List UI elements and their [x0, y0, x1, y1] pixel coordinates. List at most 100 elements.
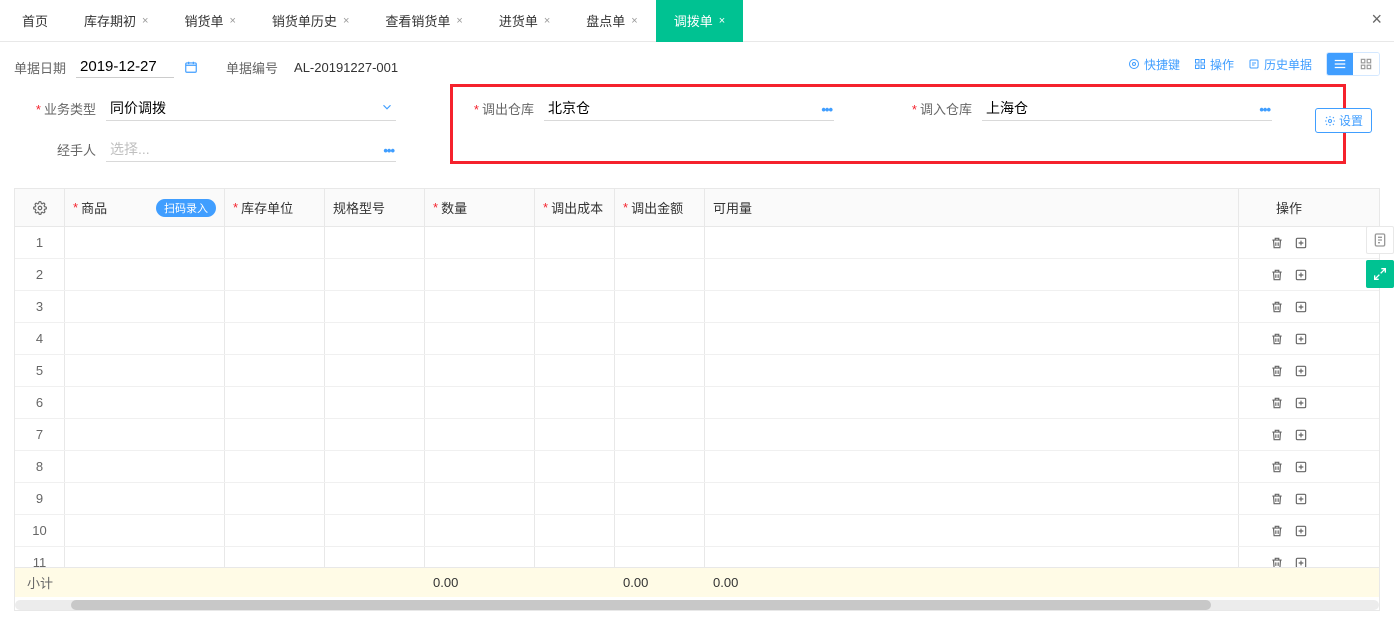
view-list-button[interactable]	[1327, 53, 1353, 75]
delete-row-icon[interactable]	[1270, 492, 1284, 506]
close-all-tabs-icon[interactable]: ×	[1371, 9, 1382, 30]
close-icon[interactable]: ×	[229, 15, 235, 27]
col-product: *商品扫码录入	[65, 189, 225, 226]
handler-label: 经手人	[14, 140, 106, 159]
more-icon[interactable]: •••	[383, 143, 394, 158]
tab-sales-order[interactable]: 销货单×	[166, 0, 253, 42]
col-avail: 可用量	[705, 189, 1239, 226]
close-icon[interactable]: ×	[142, 15, 148, 27]
table-body: 1234567891011	[15, 227, 1379, 567]
items-table: *商品扫码录入 *库存单位 规格型号 *数量 *调出成本 *调出金额 可用量 操…	[14, 188, 1380, 611]
date-input[interactable]	[76, 56, 174, 78]
header-row: 单据日期 单据编号 AL-20191227-001 快捷键 操作 历史单据	[0, 42, 1394, 84]
delete-row-icon[interactable]	[1270, 268, 1284, 282]
scan-badge[interactable]: 扫码录入	[156, 199, 216, 217]
close-icon[interactable]: ×	[631, 15, 637, 27]
floating-tools	[1366, 226, 1394, 294]
biz-type-select[interactable]	[106, 96, 396, 121]
table-row[interactable]: 2	[15, 259, 1379, 291]
col-out-cost: *调出成本	[535, 189, 615, 226]
date-label: 单据日期	[14, 58, 66, 77]
subtotal-amt: 0.00	[615, 568, 705, 597]
operations-link[interactable]: 操作	[1194, 56, 1234, 73]
delete-row-icon[interactable]	[1270, 236, 1284, 250]
add-row-icon[interactable]	[1294, 300, 1308, 314]
row-index: 3	[15, 291, 65, 322]
gear-column[interactable]	[15, 189, 65, 226]
row-index: 4	[15, 323, 65, 354]
tab-transfer[interactable]: 调拨单×	[656, 0, 743, 42]
shortcut-link[interactable]: 快捷键	[1128, 56, 1180, 73]
add-row-icon[interactable]	[1294, 428, 1308, 442]
add-row-icon[interactable]	[1294, 236, 1308, 250]
delete-row-icon[interactable]	[1270, 332, 1284, 346]
handler-select[interactable]	[106, 137, 396, 162]
out-warehouse-label: *调出仓库	[452, 99, 544, 118]
add-row-icon[interactable]	[1294, 396, 1308, 410]
form-area: *业务类型 *调出仓库 ••• *调入仓库 ••• 经手人	[0, 84, 1394, 180]
row-index: 11	[15, 547, 65, 567]
add-row-icon[interactable]	[1294, 460, 1308, 474]
add-row-icon[interactable]	[1294, 268, 1308, 282]
biz-type-label: *业务类型	[14, 99, 106, 118]
row-index: 5	[15, 355, 65, 386]
delete-row-icon[interactable]	[1270, 524, 1284, 538]
table-row[interactable]: 4	[15, 323, 1379, 355]
table-row[interactable]: 5	[15, 355, 1379, 387]
add-row-icon[interactable]	[1294, 524, 1308, 538]
col-qty: *数量	[425, 189, 535, 226]
close-icon[interactable]: ×	[544, 15, 550, 27]
delete-row-icon[interactable]	[1270, 300, 1284, 314]
table-row[interactable]: 3	[15, 291, 1379, 323]
close-icon[interactable]: ×	[719, 15, 725, 27]
table-row[interactable]: 10	[15, 515, 1379, 547]
calendar-icon[interactable]	[184, 60, 198, 74]
expand-icon[interactable]	[1366, 260, 1394, 288]
add-row-icon[interactable]	[1294, 492, 1308, 506]
tab-stocktake[interactable]: 盘点单×	[568, 0, 655, 42]
tab-view-sales[interactable]: 查看销货单×	[367, 0, 480, 42]
out-warehouse-select[interactable]	[544, 96, 834, 121]
row-index: 10	[15, 515, 65, 546]
delete-row-icon[interactable]	[1270, 364, 1284, 378]
delete-row-icon[interactable]	[1270, 460, 1284, 474]
tab-home[interactable]: 首页	[4, 0, 66, 42]
table-row[interactable]: 11	[15, 547, 1379, 567]
horizontal-scrollbar[interactable]	[15, 600, 1379, 610]
table-row[interactable]: 9	[15, 483, 1379, 515]
notes-icon[interactable]	[1366, 226, 1394, 254]
table-row[interactable]: 7	[15, 419, 1379, 451]
in-warehouse-label: *调入仓库	[890, 99, 982, 118]
history-link[interactable]: 历史单据	[1248, 56, 1312, 73]
subtotal-qty: 0.00	[425, 568, 535, 597]
more-icon[interactable]: •••	[1259, 102, 1270, 117]
row-index: 8	[15, 451, 65, 482]
doc-no-value: AL-20191227-001	[294, 60, 398, 75]
chevron-down-icon[interactable]	[380, 100, 394, 114]
table-row[interactable]: 6	[15, 387, 1379, 419]
tab-sales-history[interactable]: 销货单历史×	[254, 0, 367, 42]
view-toggle	[1326, 52, 1380, 76]
more-icon[interactable]: •••	[821, 102, 832, 117]
table-row[interactable]: 8	[15, 451, 1379, 483]
row-index: 1	[15, 227, 65, 258]
tab-inventory-initial[interactable]: 库存期初×	[66, 0, 166, 42]
col-unit: *库存单位	[225, 189, 325, 226]
view-grid-button[interactable]	[1353, 53, 1379, 75]
close-icon[interactable]: ×	[343, 15, 349, 27]
row-index: 7	[15, 419, 65, 450]
table-header: *商品扫码录入 *库存单位 规格型号 *数量 *调出成本 *调出金额 可用量 操…	[15, 189, 1379, 227]
tab-purchase[interactable]: 进货单×	[481, 0, 568, 42]
delete-row-icon[interactable]	[1270, 428, 1284, 442]
settings-button[interactable]: 设置	[1315, 108, 1372, 133]
add-row-icon[interactable]	[1294, 556, 1308, 568]
delete-row-icon[interactable]	[1270, 556, 1284, 568]
table-row[interactable]: 1	[15, 227, 1379, 259]
delete-row-icon[interactable]	[1270, 396, 1284, 410]
add-row-icon[interactable]	[1294, 332, 1308, 346]
add-row-icon[interactable]	[1294, 364, 1308, 378]
in-warehouse-select[interactable]	[982, 96, 1272, 121]
close-icon[interactable]: ×	[456, 15, 462, 27]
row-index: 6	[15, 387, 65, 418]
tabs-bar: 首页 库存期初× 销货单× 销货单历史× 查看销货单× 进货单× 盘点单× 调拨…	[0, 0, 1394, 42]
